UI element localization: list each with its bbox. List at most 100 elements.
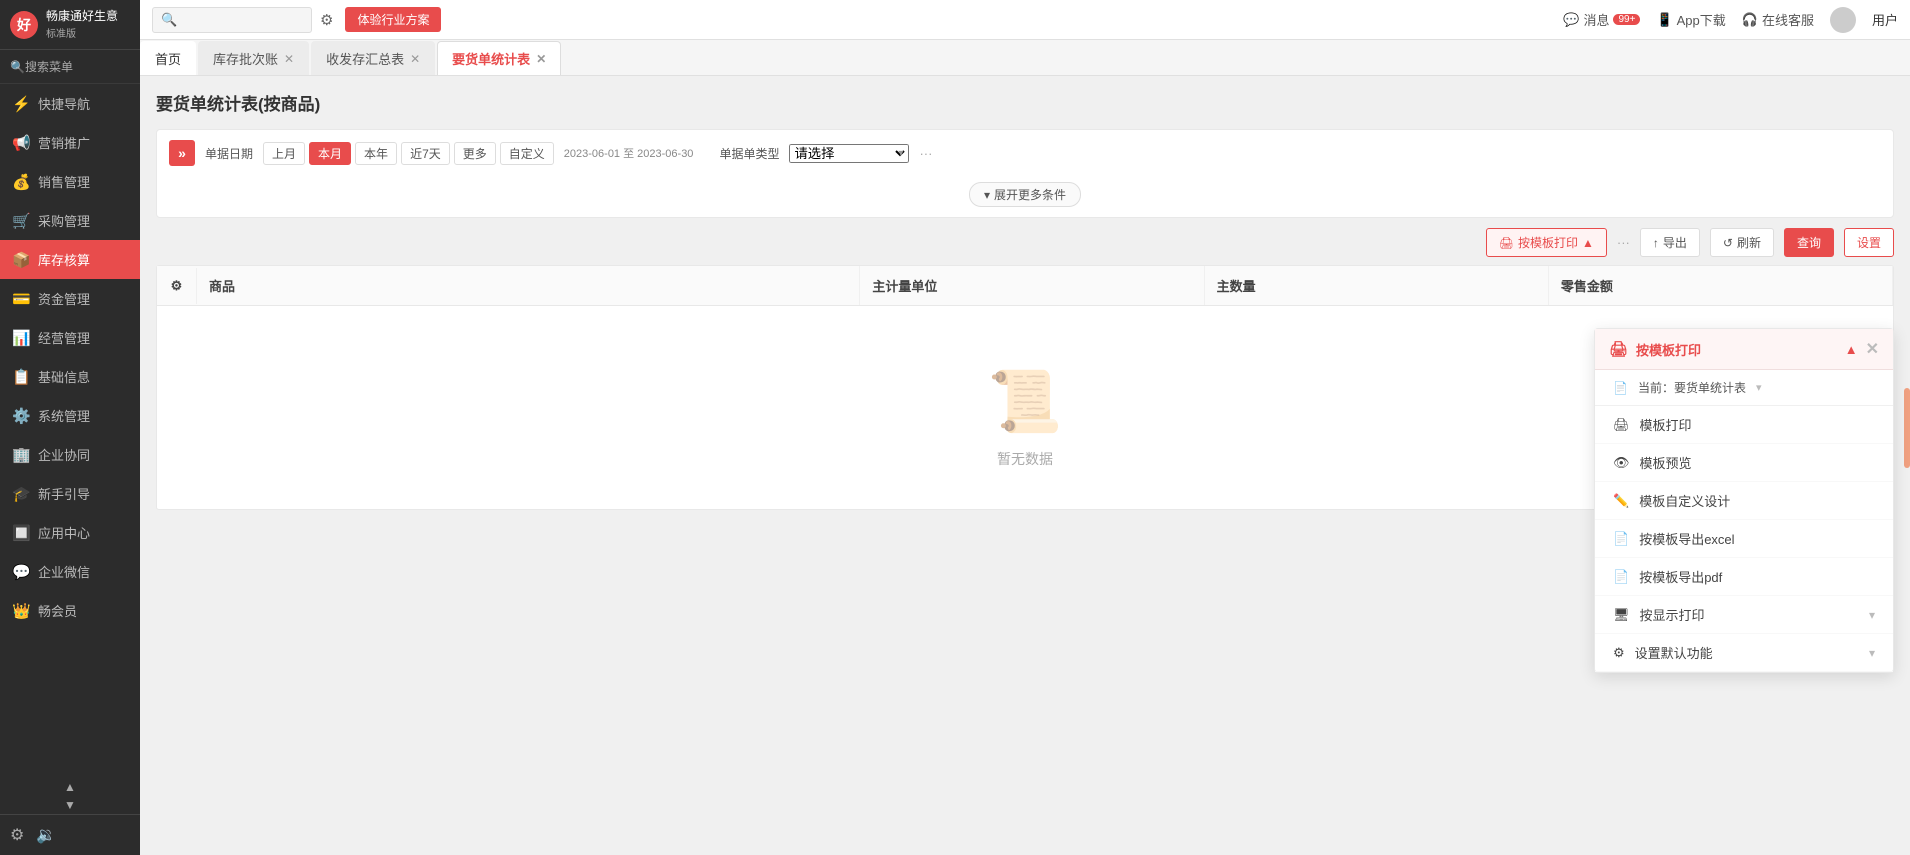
filter-bar: » 单据日期 上月本月本年近7天更多自定义 2023-06-01 至 2023-… — [156, 129, 1894, 218]
message-badge: 99+ — [1613, 14, 1640, 25]
print-item-template-pdf[interactable]: 📄 按模板导出pdf — [1595, 558, 1893, 596]
sidebar-item-finance[interactable]: 💳资金管理 — [0, 279, 140, 318]
expand-conditions-button[interactable]: ▾ 展开更多条件 — [969, 182, 1081, 207]
item-icon-template-excel: 📄 — [1613, 531, 1629, 547]
tab-首页[interactable]: 首页 — [140, 41, 196, 75]
sidebar-item-member[interactable]: 👑畅会员 — [0, 591, 140, 630]
scroll-down-arrow[interactable]: ▼ — [58, 796, 82, 814]
sidebar-icon-inventory: 📦 — [12, 251, 30, 269]
search-icon: 🔍 — [10, 60, 25, 74]
sidebar-item-enterprise[interactable]: 🏢企业协同 — [0, 435, 140, 474]
topbar-search-box[interactable]: 🔍 — [152, 7, 312, 33]
refresh-button[interactable]: ↺ 刷新 — [1710, 228, 1774, 257]
sidebar-icon-marketing: 📢 — [12, 134, 30, 152]
expand-icon: ▾ — [984, 188, 990, 202]
date-btn-本年[interactable]: 本年 — [355, 142, 397, 165]
app-logo: 好 畅康通好生意 标准版 — [0, 0, 140, 50]
query-button[interactable]: 查询 — [1784, 228, 1834, 257]
type-select[interactable]: 请选择 — [789, 144, 909, 163]
gear-icon[interactable]: ⚙ — [320, 11, 333, 29]
print-button[interactable]: 🖨 按模板打印 ▲ — [1486, 228, 1607, 257]
settings-icon[interactable]: ⚙ — [10, 825, 24, 845]
filter-toggle[interactable]: » — [169, 140, 195, 166]
dropdown-up-arrow: ▲ — [1845, 342, 1858, 357]
topbar: 🔍 ⚙ 体验行业方案 💬 消息 99+ 📱 App下载 🎧 在线客服 用户 — [140, 0, 1910, 40]
tab-close[interactable]: ✕ — [284, 52, 294, 66]
tab-close[interactable]: ✕ — [536, 52, 546, 66]
audio-icon[interactable]: 🔉 — [36, 825, 56, 845]
user-avatar[interactable] — [1830, 7, 1856, 33]
item-label-template-excel: 按模板导出excel — [1639, 529, 1734, 548]
print-item-display-print[interactable]: 🖥按显示打印▾ — [1595, 596, 1893, 634]
sidebar-item-basic[interactable]: 📋基础信息 — [0, 357, 140, 396]
search-input[interactable] — [181, 13, 301, 27]
sub-arrow-default-setting: ▾ — [1869, 646, 1875, 660]
table-settings-icon[interactable]: ⚙ — [171, 278, 183, 293]
refresh-icon: ↺ — [1723, 236, 1733, 250]
close-dropdown-button[interactable]: ✕ — [1866, 339, 1879, 359]
print-item-template-excel[interactable]: 📄 按模板导出excel — [1595, 520, 1893, 558]
print-item-default-setting[interactable]: ⚙设置默认功能▾ — [1595, 634, 1893, 672]
right-scrollbar[interactable] — [1904, 388, 1910, 468]
type-select-wrapper[interactable]: 请选择 ▾ — [789, 144, 909, 163]
item-icon-template-print: 🖨 — [1613, 417, 1630, 433]
search-label: 搜索菜单 — [25, 58, 73, 75]
sub-arrow-display-print: ▾ — [1869, 608, 1875, 622]
sidebar-item-apps[interactable]: 🔲应用中心 — [0, 513, 140, 552]
trial-button[interactable]: 体验行业方案 — [345, 7, 441, 32]
topbar-right: 💬 消息 99+ 📱 App下载 🎧 在线客服 用户 — [1563, 7, 1898, 33]
online-service-label: 在线客服 — [1762, 10, 1814, 29]
item-label-template-pdf: 按模板导出pdf — [1639, 567, 1722, 586]
export-button[interactable]: ↑ 导出 — [1640, 228, 1700, 257]
print-item-template-design[interactable]: ✏️模板自定义设计 — [1595, 482, 1893, 520]
date-btn-近7天[interactable]: 近7天 — [401, 142, 450, 165]
item-label-display-print: 按显示打印 — [1640, 605, 1705, 624]
sidebar-item-sales[interactable]: 💰销售管理 — [0, 162, 140, 201]
table-col-0: ⚙ — [157, 268, 197, 304]
table-col-2: 主计量单位 — [860, 266, 1204, 305]
action-bar: 🖨 按模板打印 ▲ ··· ↑ 导出 ↺ 刷新 查询 设置 — [156, 228, 1894, 257]
sidebar-item-guide[interactable]: 🎓新手引导 — [0, 474, 140, 513]
app-download-button[interactable]: 📱 App下载 — [1656, 10, 1725, 29]
settings-button[interactable]: 设置 — [1844, 228, 1894, 257]
tab-要货单统计表[interactable]: 要货单统计表✕ — [437, 41, 561, 75]
refresh-label: 刷新 — [1737, 234, 1761, 251]
sidebar-search[interactable]: 🔍 搜索菜单 — [0, 50, 140, 84]
sidebar-icon-system: ⚙️ — [12, 407, 30, 425]
item-icon-template-pdf: 📄 — [1613, 569, 1629, 585]
sidebar-item-inventory[interactable]: 📦库存核算 — [0, 240, 140, 279]
sidebar-scrollbar: ▲ ▼ — [0, 778, 140, 814]
date-btn-上月[interactable]: 上月 — [263, 142, 305, 165]
date-btn-自定义[interactable]: 自定义 — [500, 142, 554, 165]
more-actions-icon[interactable]: ··· — [1617, 235, 1630, 250]
sidebar-item-purchase[interactable]: 🛒采购管理 — [0, 201, 140, 240]
online-service-button[interactable]: 🎧 在线客服 — [1742, 10, 1814, 29]
date-btn-本月[interactable]: 本月 — [309, 142, 351, 165]
sidebar-item-quick-nav[interactable]: ⚡快捷导航 — [0, 84, 140, 123]
item-icon-template-design: ✏️ — [1613, 493, 1629, 509]
current-template-label: 当前：要货单统计表 — [1638, 379, 1746, 396]
item-label-template-print: 模板打印 — [1640, 415, 1692, 434]
export-label: 导出 — [1663, 234, 1687, 251]
logo-icon: 好 — [10, 11, 38, 39]
table-header: ⚙商品主计量单位主数量零售金额 — [157, 266, 1893, 306]
sidebar-bottom: ⚙ 🔉 — [0, 814, 140, 855]
sidebar-item-wechat[interactable]: 💬企业微信 — [0, 552, 140, 591]
sidebar-item-system[interactable]: ⚙️系统管理 — [0, 396, 140, 435]
tab-close[interactable]: ✕ — [410, 52, 420, 66]
tab-库存批次账[interactable]: 库存批次账✕ — [198, 41, 309, 75]
sidebar-item-marketing[interactable]: 📢营销推广 — [0, 123, 140, 162]
print-item-template-preview[interactable]: 👁模板预览 — [1595, 444, 1893, 482]
message-button[interactable]: 💬 消息 99+ — [1563, 10, 1640, 29]
print-dropdown: 🖨 按模板打印 ▲ ✕ 📄 当前：要货单统计表 ▾ 🖨模板打印👁模板预览✏️模板… — [1594, 328, 1894, 673]
tab-收发存汇总表[interactable]: 收发存汇总表✕ — [311, 41, 435, 75]
tab-label: 首页 — [155, 49, 181, 68]
sidebar-label-guide: 新手引导 — [38, 484, 90, 503]
print-item-template-print[interactable]: 🖨 模板打印 — [1595, 406, 1893, 444]
print-arrow-icon: ▲ — [1582, 236, 1594, 250]
sidebar-item-operation[interactable]: 📊经营管理 — [0, 318, 140, 357]
scroll-up-arrow[interactable]: ▲ — [58, 778, 82, 796]
date-btn-更多[interactable]: 更多 — [454, 142, 496, 165]
export-icon: ↑ — [1653, 236, 1659, 250]
query-label: 查询 — [1797, 234, 1821, 251]
